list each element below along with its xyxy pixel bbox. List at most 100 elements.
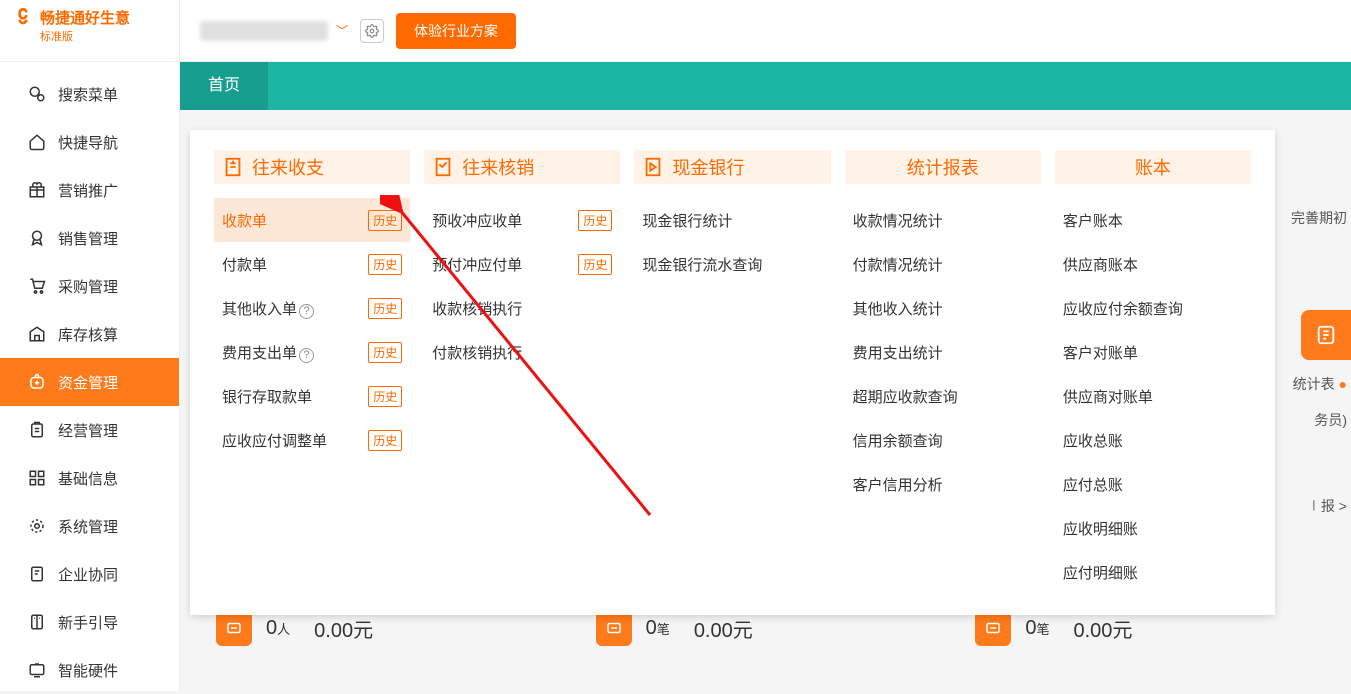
sidebar-item-8[interactable]: 基础信息 [0,454,179,502]
chevron-down-icon: ﹀ [336,22,348,39]
flyout-item[interactable]: 银行存取款单历史 [214,374,410,418]
side-floating-button[interactable] [1301,310,1351,360]
flyout-col-4: 账本客户账本供应商账本应收应付余额查询客户对账单供应商对账单应收总账应付总账应收… [1055,150,1251,595]
help-icon[interactable]: ? [299,304,314,319]
right-hint-line2a[interactable]: 统计表 ● [1291,366,1347,402]
sidebar-item-label: 营销推广 [58,180,118,201]
flyout-item[interactable]: 应收明细账 [1055,506,1251,550]
flyout-item[interactable]: 应收应付调整单历史 [214,418,410,462]
right-hint-line1[interactable]: 完善期初 [1291,200,1347,236]
nav-list: 搜索菜单快捷导航营销推广销售管理采购管理库存核算资金管理经营管理基础信息系统管理… [0,62,179,694]
flyout-item[interactable]: 其他收入统计 [845,286,1041,330]
money-icon [28,373,46,391]
history-tag[interactable]: 历史 [368,342,402,363]
sidebar-item-11[interactable]: 新手引导 [0,598,179,646]
store-dropdown[interactable]: ﹀ [200,21,348,41]
flyout-item[interactable]: 现金银行流水查询 [634,242,830,286]
history-tag[interactable]: 历史 [578,254,612,275]
sidebar-item-label: 基础信息 [58,468,118,489]
flyout-item[interactable]: 收款核销执行 [424,286,620,330]
flyout-item[interactable]: 预付冲应付单历史 [424,242,620,286]
flyout-item[interactable]: 付款情况统计 [845,242,1041,286]
tabstrip: 首页 [180,62,1351,110]
store-name-blurred [200,21,328,41]
flyout-col-head: 账本 [1055,150,1251,184]
flyout-item[interactable]: 供应商账本 [1055,242,1251,286]
history-tag[interactable]: 历史 [368,254,402,275]
topbar: ﹀ 体验行业方案 [180,0,1351,62]
brand-name: 畅捷通好生意 [40,7,130,28]
flyout-col-2: 现金银行现金银行统计现金银行流水查询 [634,150,830,595]
sidebar-item-10[interactable]: 企业协同 [0,550,179,598]
stat-card-1: 0笔0.00元 [596,610,936,646]
sidebar-item-label: 搜索菜单 [58,84,118,105]
flyout-item[interactable]: 费用支出统计 [845,330,1041,374]
sidebar-item-label: 智能硬件 [58,660,118,681]
flyout-item[interactable]: 供应商对账单 [1055,374,1251,418]
stat-card-2: 0笔0.00元 [975,610,1315,646]
flyout-item[interactable]: 现金银行统计 [634,198,830,242]
badge-icon [28,229,46,247]
tv-icon [28,661,46,679]
history-tag[interactable]: 历史 [368,298,402,319]
history-tag[interactable]: 历史 [578,210,612,231]
history-tag[interactable]: 历史 [368,430,402,451]
flyout-item[interactable]: 预收冲应收单历史 [424,198,620,242]
help-icon[interactable]: ? [299,348,314,363]
flyout-item[interactable]: 应付明细账 [1055,550,1251,594]
flyout-item[interactable]: 客户信用分析 [845,462,1041,506]
flyout-item[interactable]: 超期应收款查询 [845,374,1041,418]
history-tag[interactable]: 历史 [368,386,402,407]
settings-button[interactable] [360,19,384,43]
sidebar-item-4[interactable]: 采购管理 [0,262,179,310]
flyout-item[interactable]: 客户账本 [1055,198,1251,242]
flyout-col-head: 现金银行 [634,150,830,184]
stat-icon [975,610,1011,646]
gift-icon [28,181,46,199]
bank-icon [642,156,664,178]
stat-icon [216,610,252,646]
trial-button[interactable]: 体验行业方案 [396,13,516,49]
flyout-item[interactable]: 付款核销执行 [424,330,620,374]
sidebar-item-0[interactable]: 搜索菜单 [0,70,179,118]
flyout-col-head: 统计报表 [845,150,1041,184]
flyout-col-0: 往来收支收款单历史付款单历史其他收入单?历史费用支出单?历史银行存取款单历史应收… [214,150,410,595]
sidebar-item-label: 企业协同 [58,564,118,585]
funds-flyout: 往来收支收款单历史付款单历史其他收入单?历史费用支出单?历史银行存取款单历史应收… [190,130,1275,615]
sidebar-item-label: 新手引导 [58,612,118,633]
flyout-col-1: 往来核销预收冲应收单历史预付冲应付单历史收款核销执行付款核销执行 [424,150,620,595]
right-hint-line3[interactable]: ∣报 > [1291,488,1347,524]
link-icon [28,565,46,583]
gear-icon [28,517,46,535]
history-tag[interactable]: 历史 [368,210,402,231]
sidebar-item-label: 资金管理 [58,372,118,393]
right-hint-line2b[interactable]: 务员) [1291,402,1347,438]
flyout-item[interactable]: 费用支出单?历史 [214,330,410,374]
flyout-item[interactable]: 收款单历史 [214,198,410,242]
sidebar-item-7[interactable]: 经营管理 [0,406,179,454]
sidebar-item-label: 系统管理 [58,516,118,537]
logo-block: 畅捷通好生意 标准版 [0,0,179,62]
flyout-item[interactable]: 应收总账 [1055,418,1251,462]
flyout-item[interactable]: 应收应付余额查询 [1055,286,1251,330]
sidebar: 畅捷通好生意 标准版 搜索菜单快捷导航营销推广销售管理采购管理库存核算资金管理经… [0,0,180,691]
book-icon [28,613,46,631]
sidebar-item-6[interactable]: 资金管理 [0,358,179,406]
sidebar-item-5[interactable]: 库存核算 [0,310,179,358]
sidebar-item-2[interactable]: 营销推广 [0,166,179,214]
tab-home[interactable]: 首页 [180,62,268,110]
stamp-icon [432,156,454,178]
flyout-item[interactable]: 其他收入单?历史 [214,286,410,330]
flyout-col-head: 往来核销 [424,150,620,184]
sidebar-item-3[interactable]: 销售管理 [0,214,179,262]
flyout-item[interactable]: 信用余额查询 [845,418,1041,462]
sidebar-item-9[interactable]: 系统管理 [0,502,179,550]
sidebar-item-1[interactable]: 快捷导航 [0,118,179,166]
flyout-item[interactable]: 应付总账 [1055,462,1251,506]
brand-edition: 标准版 [40,28,167,44]
sidebar-item-12[interactable]: 智能硬件 [0,646,179,694]
flyout-item[interactable]: 付款单历史 [214,242,410,286]
flyout-item[interactable]: 客户对账单 [1055,330,1251,374]
sidebar-item-label: 采购管理 [58,276,118,297]
flyout-item[interactable]: 收款情况统计 [845,198,1041,242]
